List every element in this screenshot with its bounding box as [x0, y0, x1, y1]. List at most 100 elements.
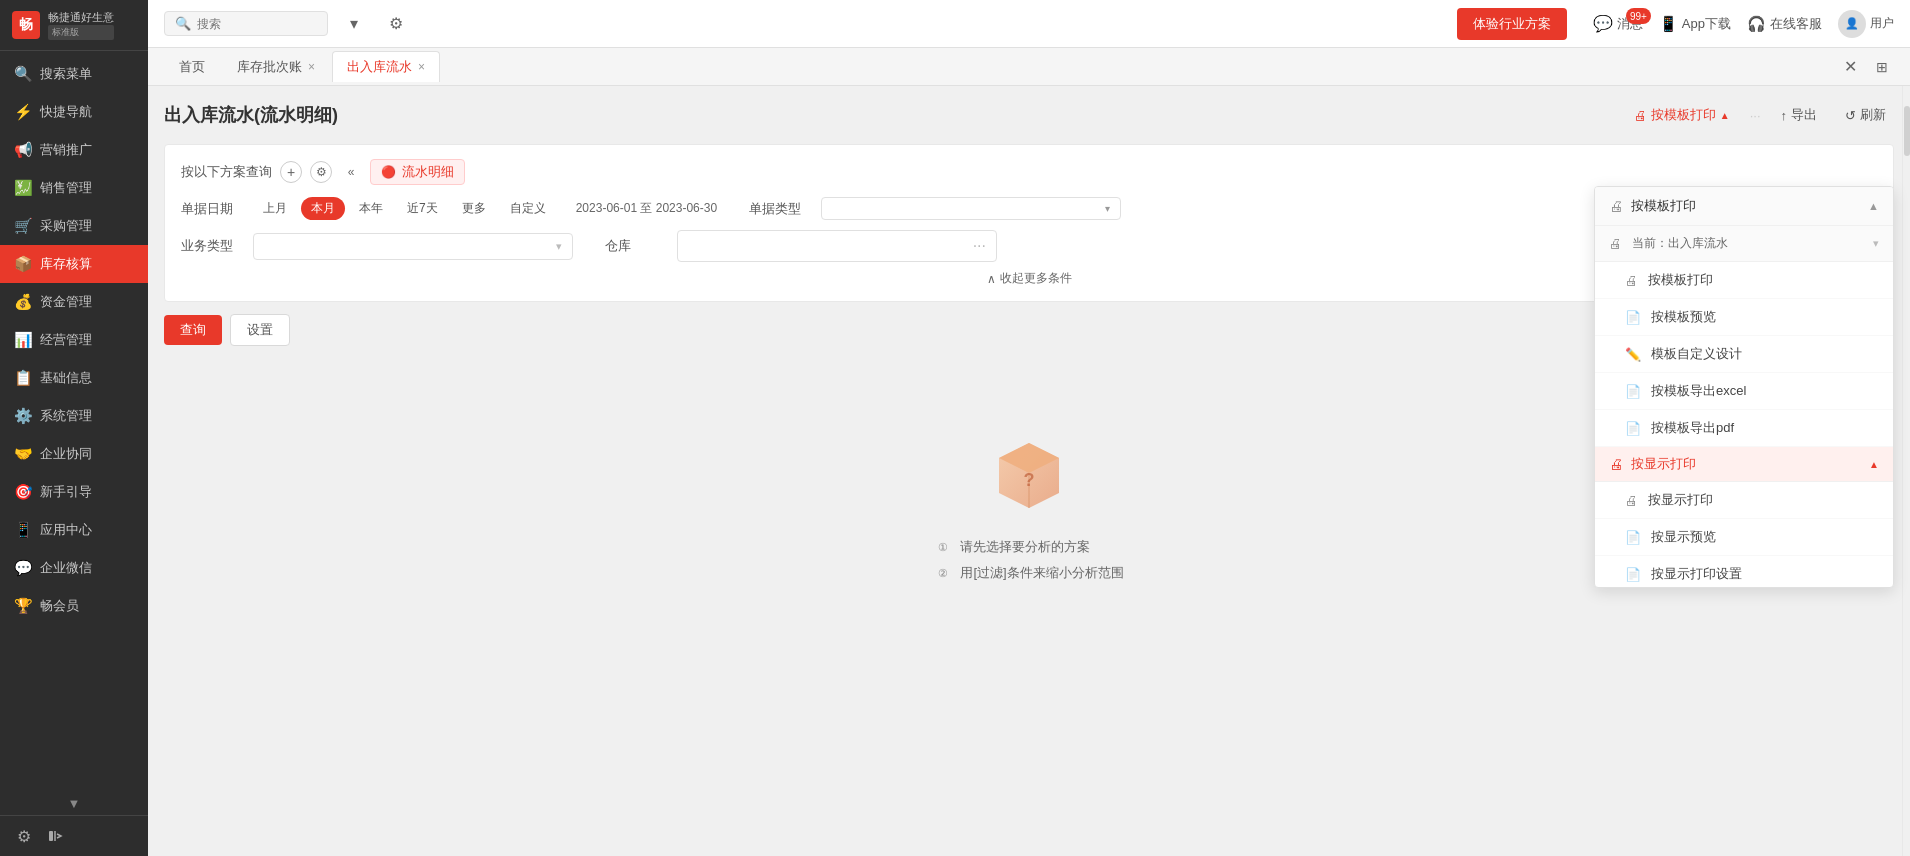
dropdown-item-display-preview[interactable]: 📄 按显示预览: [1595, 519, 1893, 556]
warehouse-dots-icon: ···: [973, 237, 986, 255]
display-print-header-icon: 🖨: [1609, 456, 1623, 472]
search-icon: 🔍: [175, 16, 191, 31]
basic-info-icon: 📋: [14, 369, 32, 387]
trial-btn[interactable]: 体验行业方案: [1457, 8, 1567, 40]
date-range-display: 2023-06-01 至 2023-06-30: [576, 200, 717, 217]
bill-type-select[interactable]: ▾: [821, 197, 1121, 220]
search-menu-icon: 🔍: [14, 65, 32, 83]
tab-home[interactable]: 首页: [164, 51, 220, 82]
sidebar-item-operations[interactable]: 📊 经营管理: [0, 321, 148, 359]
refresh-icon: ↺: [1845, 108, 1856, 123]
sidebar-item-search-menu[interactable]: 🔍 搜索菜单: [0, 55, 148, 93]
sidebar-item-basic-info[interactable]: 📋 基础信息: [0, 359, 148, 397]
filter-header: 按以下方案查询 + ⚙ « 🔴 流水明细: [181, 159, 1877, 185]
filter-date-tabs: 上月 本月 本年 近7天 更多 自定义: [253, 197, 556, 220]
empty-steps: ① 请先选择要分析的方案 ② 用[过滤]条件来缩小分析范围: [934, 538, 1123, 590]
sidebar-item-inventory[interactable]: 📦 库存核算: [0, 245, 148, 283]
date-tab-more[interactable]: 更多: [452, 197, 496, 220]
dropdown-current-template[interactable]: 🖨 当前：出入库流水 ▾: [1595, 226, 1893, 262]
filter-settings-btn[interactable]: ⚙: [310, 161, 332, 183]
sidebar-item-quick-nav[interactable]: ⚡ 快捷导航: [0, 93, 148, 131]
sidebar-item-system[interactable]: ⚙️ 系统管理: [0, 397, 148, 435]
settings-icon-btn[interactable]: ⚙: [380, 8, 412, 40]
page-actions: 🖨 按模板打印 ▲ ··· ↑ 导出 ↺ 刷新: [1626, 102, 1894, 128]
export-btn[interactable]: ↑ 导出: [1773, 102, 1826, 128]
filter-collapse-btn[interactable]: «: [340, 161, 362, 183]
sidebar-item-marketing[interactable]: 📢 营销推广: [0, 131, 148, 169]
page-title: 出入库流水(流水明细): [164, 103, 338, 127]
operations-icon: 📊: [14, 331, 32, 349]
messages-btn[interactable]: 💬 消息 99+: [1593, 14, 1643, 33]
bill-type-label: 单据类型: [749, 200, 809, 218]
template-pdf-icon: 📄: [1625, 421, 1641, 436]
sidebar-settings-icon[interactable]: ⚙: [14, 826, 34, 846]
date-tab-custom[interactable]: 自定义: [500, 197, 556, 220]
sidebar-item-sales[interactable]: 💹 销售管理: [0, 169, 148, 207]
tab-flow[interactable]: 出入库流水 ×: [332, 51, 440, 82]
settings-btn[interactable]: 设置: [230, 314, 290, 346]
dropdown-item-template-print[interactable]: 🖨 按模板打印: [1595, 262, 1893, 299]
online-service-btn[interactable]: 🎧 在线客服: [1747, 15, 1822, 33]
topbar-search-box[interactable]: 🔍: [164, 11, 328, 36]
refresh-btn[interactable]: ↺ 刷新: [1837, 102, 1894, 128]
tab-restore-btn[interactable]: ⊞: [1870, 55, 1894, 79]
date-tab-curr-year[interactable]: 本年: [349, 197, 393, 220]
empty-icon: ?: [979, 418, 1079, 518]
filter-tag-shuimei[interactable]: 🔴 流水明细: [370, 159, 465, 185]
sidebar-item-app-center[interactable]: 📱 应用中心: [0, 511, 148, 549]
dropdown-template-header[interactable]: 🖨 按模板打印 ▲: [1595, 187, 1893, 226]
dropdown-header-up-icon: ▲: [1868, 200, 1879, 212]
date-tab-curr-month[interactable]: 本月: [301, 197, 345, 220]
chevron-up-icon: ▲: [1720, 110, 1730, 121]
newbie-icon: 🎯: [14, 483, 32, 501]
tab-close-batch-account[interactable]: ×: [308, 60, 315, 74]
dropdown-item-template-custom[interactable]: ✏️ 模板自定义设计: [1595, 336, 1893, 373]
print-template-btn[interactable]: 🖨 按模板打印 ▲: [1626, 102, 1738, 128]
warehouse-select[interactable]: ···: [677, 230, 997, 262]
vertical-scrollbar[interactable]: [1902, 86, 1910, 856]
search-input[interactable]: [197, 17, 317, 31]
dropdown-item-template-preview[interactable]: 📄 按模板预览: [1595, 299, 1893, 336]
dropdown-display-section-header[interactable]: 🖨 按显示打印 ▲: [1595, 447, 1893, 482]
business-type-label: 业务类型: [181, 237, 241, 255]
tab-window-buttons: ✕ ⊞: [1838, 55, 1894, 79]
sidebar-collapse-icon[interactable]: [46, 826, 66, 846]
dropdown-arrow-btn[interactable]: ▾: [338, 8, 370, 40]
printer-template-icon: 🖨: [1609, 198, 1623, 214]
tab-batch-account[interactable]: 库存批次账 ×: [222, 51, 330, 82]
user-avatar-btn[interactable]: 👤 用户: [1838, 10, 1894, 38]
dropdown-item-display-print[interactable]: 🖨 按显示打印: [1595, 482, 1893, 519]
sidebar-scroll-down[interactable]: ▼: [0, 792, 148, 815]
sidebar-bottom: ⚙: [0, 815, 148, 856]
filter-add-btn[interactable]: +: [280, 161, 302, 183]
dropdown-item-template-export-excel[interactable]: 📄 按模板导出excel: [1595, 373, 1893, 410]
business-type-select[interactable]: ▾: [253, 233, 573, 260]
template-excel-icon: 📄: [1625, 384, 1641, 399]
app-download-btn[interactable]: 📱 App下载: [1659, 15, 1731, 33]
template-print-icon: 🖨: [1625, 273, 1638, 288]
sidebar-item-newbie[interactable]: 🎯 新手引导: [0, 473, 148, 511]
sidebar-item-finance[interactable]: 💰 资金管理: [0, 283, 148, 321]
collapse-more-btn[interactable]: ∧ 收起更多条件: [987, 270, 1072, 287]
sidebar-item-wechat[interactable]: 💬 企业微信: [0, 549, 148, 587]
dropdown-scrollable: 🖨 按模板打印 ▲ 🖨 当前：出入库流水 ▾ 🖨 按模板打印: [1595, 187, 1893, 587]
marketing-icon: 📢: [14, 141, 32, 159]
display-preview-icon: 📄: [1625, 530, 1641, 545]
logo-text: 畅捷通好生意 标准版: [48, 10, 114, 40]
export-icon: ↑: [1781, 108, 1788, 123]
user-avatar: 👤: [1838, 10, 1866, 38]
tab-close-flow[interactable]: ×: [418, 60, 425, 74]
dropdown-item-display-print-settings[interactable]: 📄 按显示打印设置: [1595, 556, 1893, 587]
page-header: 出入库流水(流水明细) 🖨 按模板打印 ▲ ··· ↑ 导出 ↺ 刷新: [164, 102, 1894, 128]
query-btn[interactable]: 查询: [164, 315, 222, 345]
tab-close-window-btn[interactable]: ✕: [1838, 55, 1862, 79]
date-tab-prev-month[interactable]: 上月: [253, 197, 297, 220]
date-tab-7days[interactable]: 近7天: [397, 197, 448, 220]
dropdown-panel: 🖨 按模板打印 ▲ 🖨 当前：出入库流水 ▾ 🖨 按模板打印: [1594, 186, 1894, 588]
inventory-icon: 📦: [14, 255, 32, 273]
sidebar-item-cooperation[interactable]: 🤝 企业协同: [0, 435, 148, 473]
sidebar-item-purchase[interactable]: 🛒 采购管理: [0, 207, 148, 245]
member-icon: 🏆: [14, 597, 32, 615]
dropdown-item-template-export-pdf[interactable]: 📄 按模板导出pdf: [1595, 410, 1893, 447]
sidebar-item-member[interactable]: 🏆 畅会员: [0, 587, 148, 625]
